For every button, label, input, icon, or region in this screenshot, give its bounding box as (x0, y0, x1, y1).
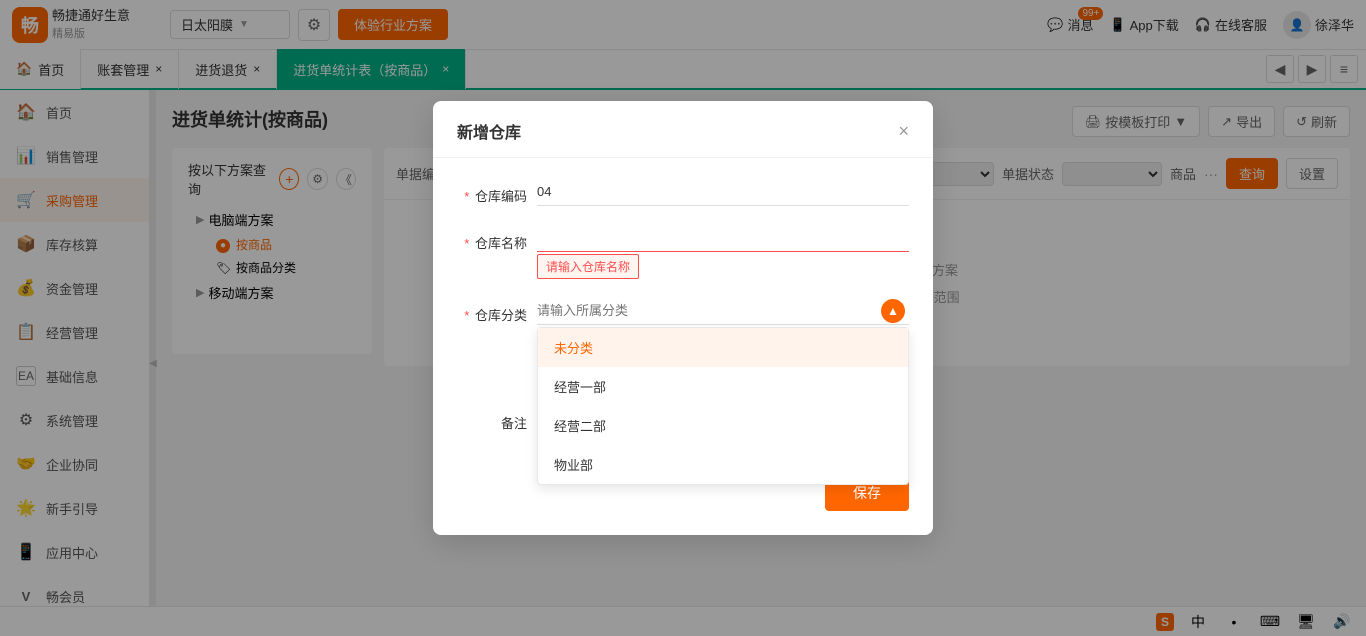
category-dropdown-list: 未分类 经营一部 经营二部 物业部 (537, 327, 909, 485)
dropdown-item-dept3[interactable]: 物业部 (538, 445, 908, 484)
warehouse-name-input[interactable] (537, 224, 909, 252)
name-error-message: 请输入仓库名称 (537, 254, 639, 279)
dropdown-item-dept2[interactable]: 经营二部 (538, 406, 908, 445)
note-label: 备注 (457, 405, 537, 432)
dropdown-item-unclassified[interactable]: 未分类 (538, 328, 908, 367)
code-label: * 仓库编码 (457, 178, 537, 205)
required-star-code: * (464, 189, 469, 204)
form-row-category: * 仓库分类 ▲ 未分类 经营一部 经营二部 (457, 297, 909, 325)
category-label: * 仓库分类 (457, 297, 537, 324)
warehouse-code-input[interactable] (537, 178, 909, 206)
modal-body: * 仓库编码 * 仓库名称 请输入仓库名称 (433, 158, 933, 475)
modal-title: 新增仓库 (457, 119, 521, 143)
category-dropdown-toggle[interactable]: ▲ (881, 299, 905, 323)
name-label: * 仓库名称 (457, 225, 537, 252)
required-star-name: * (464, 236, 469, 251)
modal-header: 新增仓库 × (433, 101, 933, 158)
dropdown-item-dept1[interactable]: 经营一部 (538, 367, 908, 406)
category-input[interactable] (537, 297, 909, 325)
category-select-wrapper: ▲ 未分类 经营一部 经营二部 物业部 (537, 297, 909, 325)
modal-overlay[interactable]: 新增仓库 × * 仓库编码 * 仓库名称 (0, 0, 1366, 636)
modal-close-button[interactable]: × (898, 121, 909, 142)
form-row-code: * 仓库编码 (457, 178, 909, 206)
required-star-category: * (464, 308, 469, 323)
form-row-name: * 仓库名称 请输入仓库名称 (457, 224, 909, 279)
modal-new-warehouse: 新增仓库 × * 仓库编码 * 仓库名称 (433, 101, 933, 535)
